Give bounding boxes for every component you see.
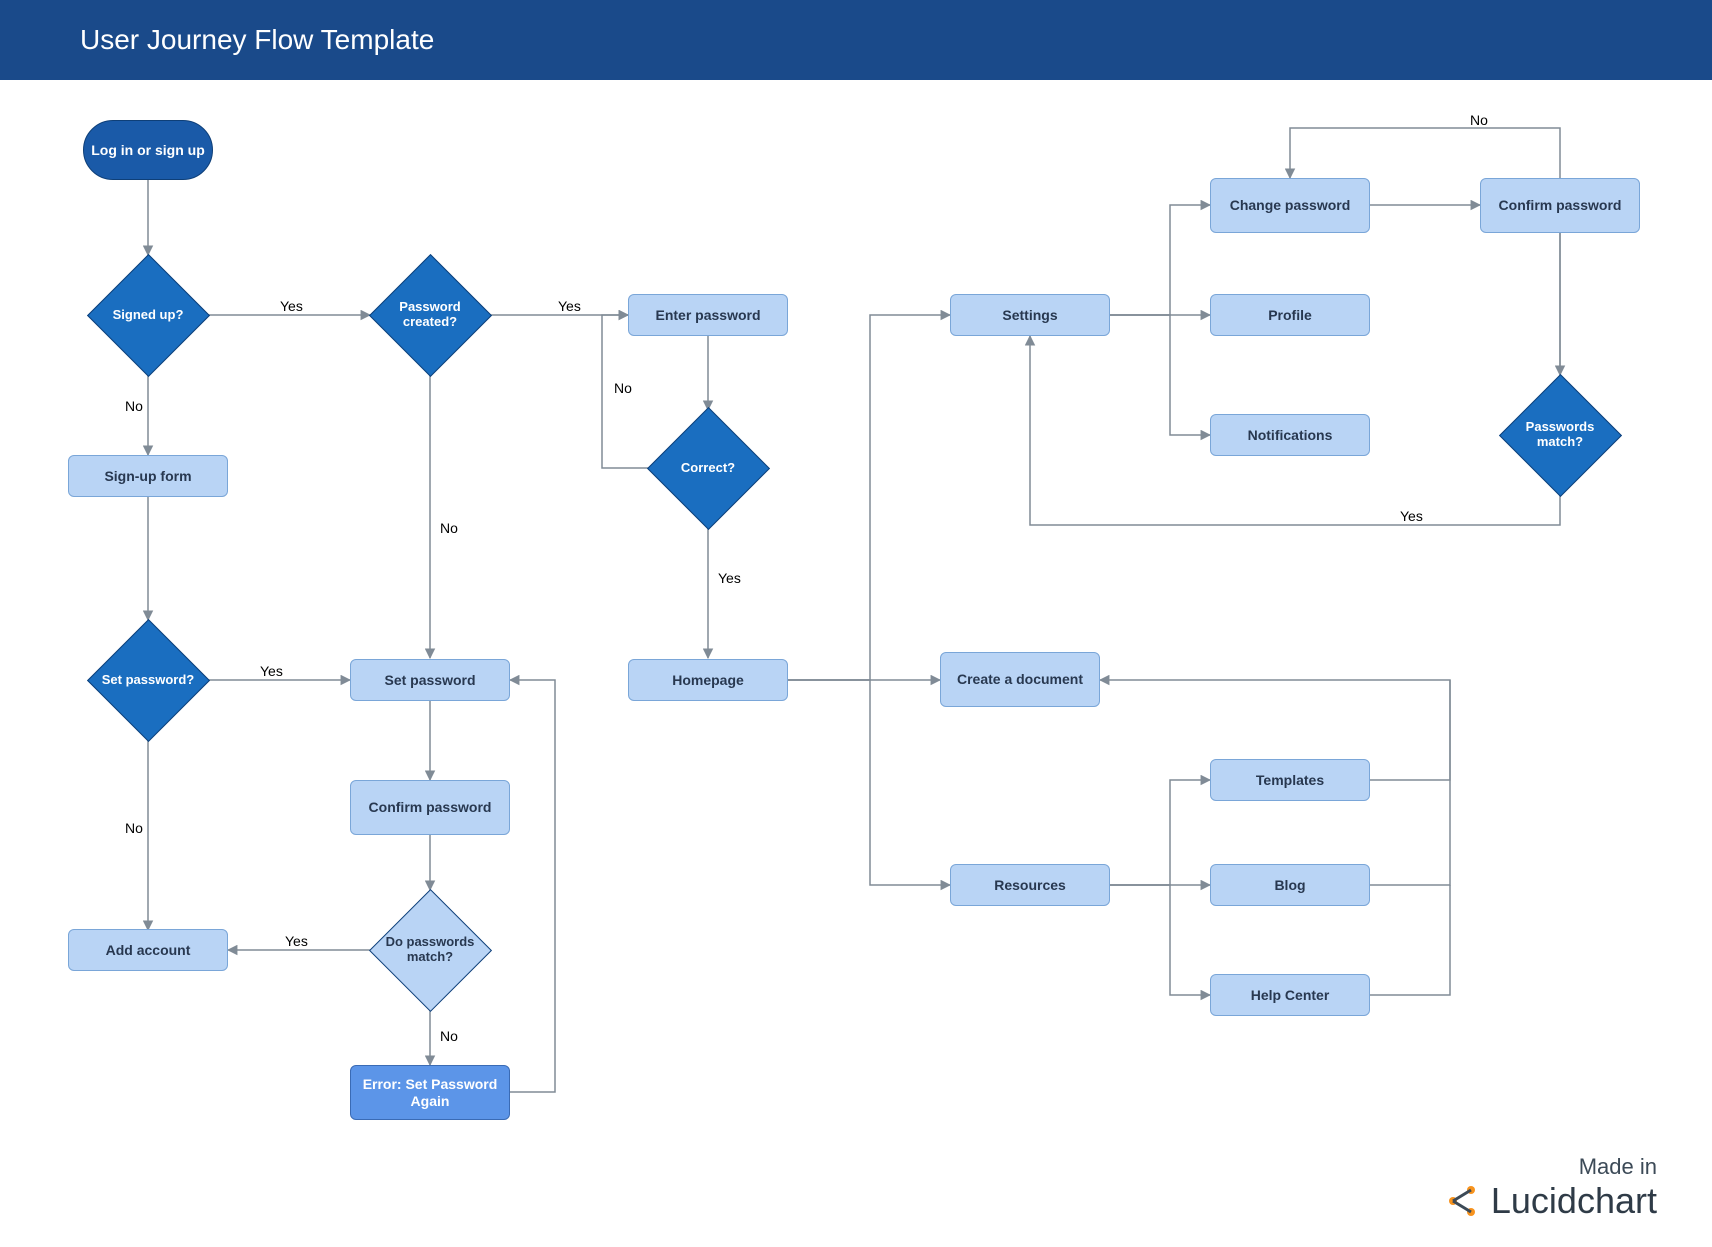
label-correct-yes: Yes xyxy=(718,570,741,586)
diagram-canvas: Log in or sign up Signed up? Sign-up for… xyxy=(0,80,1712,1247)
label-set-pw-yes: Yes xyxy=(260,663,283,679)
node-signup-form: Sign-up form xyxy=(68,455,228,497)
label-set-pw-no: No xyxy=(125,820,143,836)
edges-layer xyxy=(0,80,1712,1247)
node-login-signup: Log in or sign up xyxy=(83,120,213,180)
label-pw-created-no: No xyxy=(440,520,458,536)
node-add-account: Add account xyxy=(68,929,228,971)
label-correct-no: No xyxy=(614,380,632,396)
node-passwords-match-q2: Passwords match? xyxy=(1500,375,1620,495)
label-pw-match-yes: Yes xyxy=(285,933,308,949)
node-blog: Blog xyxy=(1210,864,1370,906)
node-homepage: Homepage xyxy=(628,659,788,701)
node-confirm-password-2: Confirm password xyxy=(1480,178,1640,233)
label-pw-created-yes: Yes xyxy=(558,298,581,314)
node-profile: Profile xyxy=(1210,294,1370,336)
label-pw-match-no: No xyxy=(440,1028,458,1044)
label-signed-up-yes: Yes xyxy=(280,298,303,314)
header-bar: User Journey Flow Template xyxy=(0,0,1712,80)
label-signed-up-no: No xyxy=(125,398,143,414)
page: User Journey Flow Template xyxy=(0,0,1712,1247)
node-resources: Resources xyxy=(950,864,1110,906)
node-set-password-q: Set password? xyxy=(88,620,208,740)
node-settings: Settings xyxy=(950,294,1110,336)
node-help-center: Help Center xyxy=(1210,974,1370,1016)
node-notifications: Notifications xyxy=(1210,414,1370,456)
node-confirm-password: Confirm password xyxy=(350,780,510,835)
node-create-document: Create a document xyxy=(940,652,1100,707)
node-correct-q: Correct? xyxy=(648,408,768,528)
page-title: User Journey Flow Template xyxy=(80,24,434,56)
node-templates: Templates xyxy=(1210,759,1370,801)
node-enter-password: Enter password xyxy=(628,294,788,336)
node-password-created-q: Password created? xyxy=(370,255,490,375)
lucidchart-logo-icon xyxy=(1447,1184,1481,1218)
footer: Made in Lucidchart xyxy=(1447,1154,1657,1222)
label-pw-match2-yes: Yes xyxy=(1400,508,1423,524)
node-signed-up-q: Signed up? xyxy=(88,255,208,375)
node-set-password: Set password xyxy=(350,659,510,701)
node-passwords-match-q: Do passwords match? xyxy=(370,890,490,1010)
footer-brand: Lucidchart xyxy=(1447,1180,1657,1222)
node-error-set-password-again: Error: Set Password Again xyxy=(350,1065,510,1120)
node-change-password: Change password xyxy=(1210,178,1370,233)
footer-brand-text: Lucidchart xyxy=(1491,1180,1657,1222)
label-pw-match2-no: No xyxy=(1470,112,1488,128)
footer-made-in: Made in xyxy=(1447,1154,1657,1180)
